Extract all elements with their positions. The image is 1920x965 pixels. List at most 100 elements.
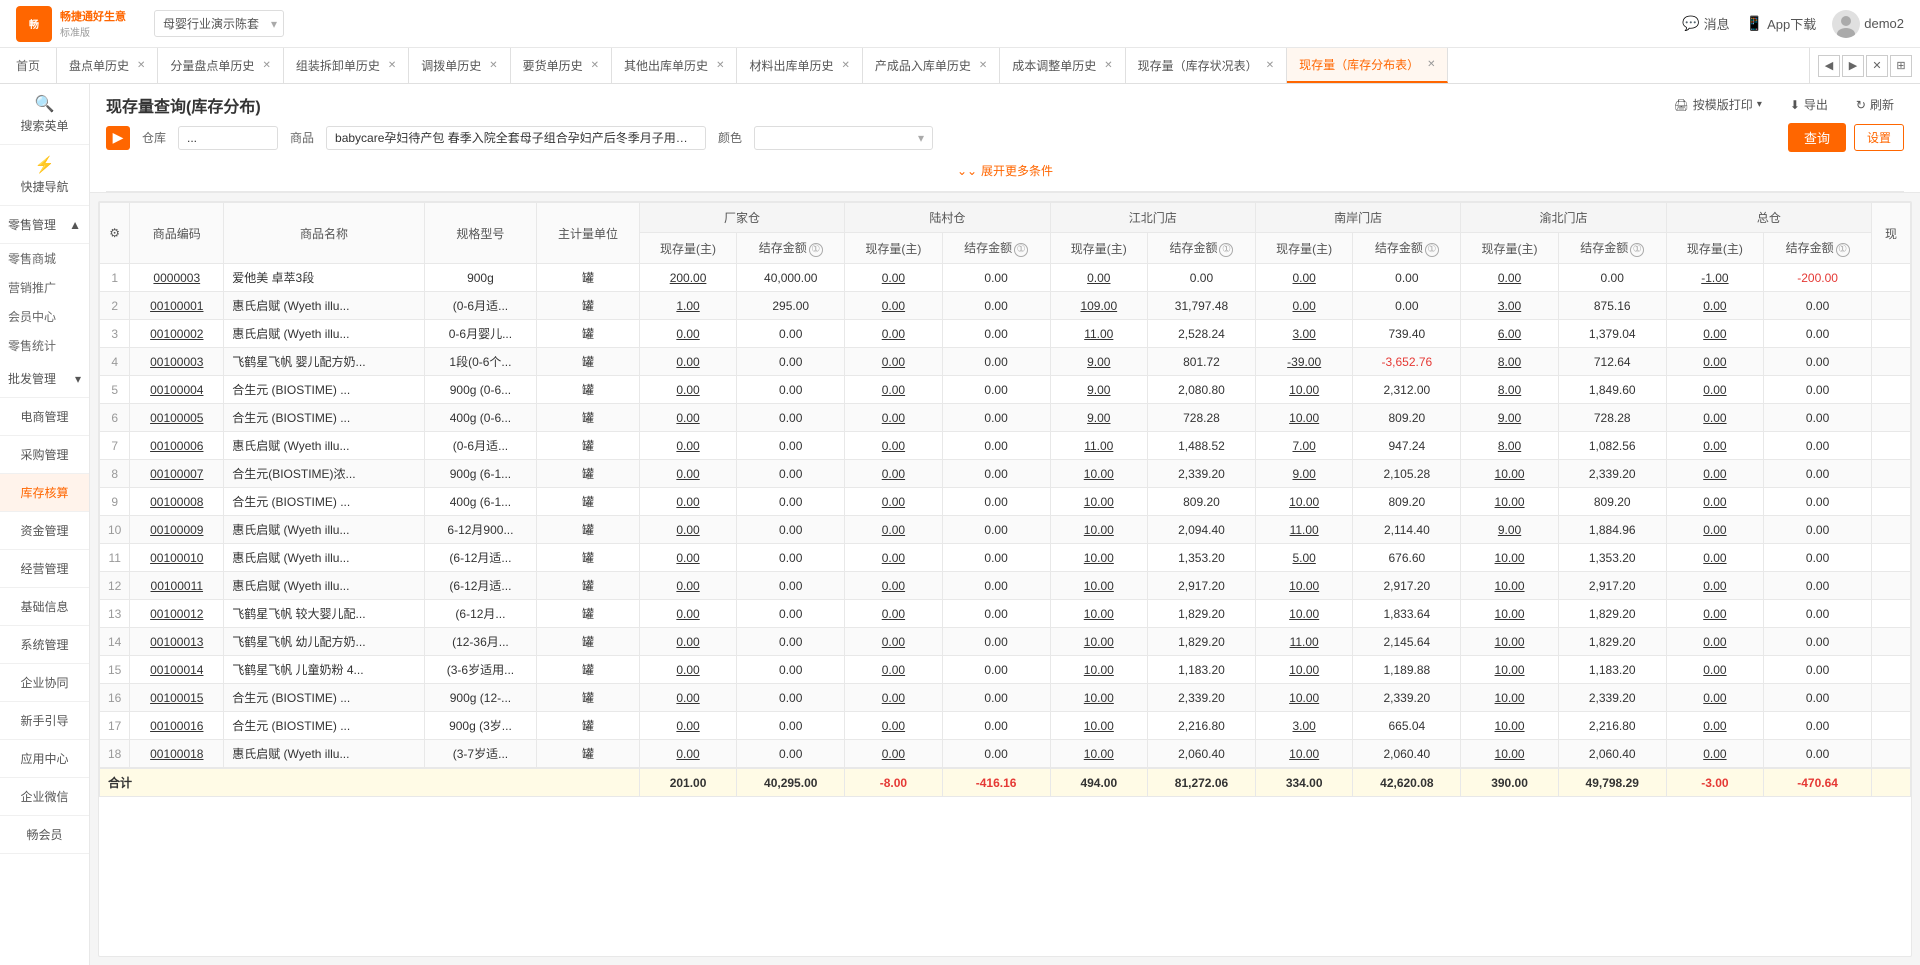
sidebar-item-guide[interactable]: 新手引导 — [0, 702, 89, 740]
table-cell: 900g (3岁... — [424, 712, 536, 740]
table-cell: 0.00 — [942, 292, 1050, 320]
table-cell: 11.00 — [1050, 432, 1147, 460]
tab-close-8[interactable]: ✕ — [979, 60, 987, 71]
tab-10[interactable]: 现存量（库存状况表） ✕ — [1126, 48, 1287, 83]
tab-9[interactable]: 成本调整单历史 ✕ — [1000, 48, 1125, 83]
tab-1[interactable]: 盘点单历史 ✕ — [57, 48, 158, 83]
message-btn[interactable]: 💬 消息 — [1682, 14, 1729, 33]
app-download-btn[interactable]: 📱 App下载 — [1746, 14, 1817, 33]
tab-7[interactable]: 材料出库单历史 ✕ — [737, 48, 862, 83]
jb-amt-info-icon[interactable]: ① — [1219, 243, 1233, 257]
sidebar-item-retail-stats[interactable]: 零售统计 — [0, 331, 89, 360]
table-cell: 11.00 — [1256, 516, 1353, 544]
th-group-total: 总仓 — [1666, 203, 1871, 233]
th-settings[interactable]: ⚙ — [100, 203, 130, 264]
sidebar-item-appcenter[interactable]: 应用中心 — [0, 740, 89, 778]
table-cell: (6-12月适... — [424, 572, 536, 600]
tab-2[interactable]: 分量盘点单历史 ✕ — [158, 48, 283, 83]
sidebar-item-ecommerce[interactable]: 电商管理 — [0, 398, 89, 436]
print-btn[interactable]: 🖨 按模版打印 ▾ — [1664, 92, 1772, 117]
setting-btn[interactable]: 设置 — [1854, 124, 1904, 151]
tab-6[interactable]: 其他出库单历史 ✕ — [612, 48, 737, 83]
tab-close-1[interactable]: ✕ — [137, 60, 145, 71]
sidebar-item-inventory[interactable]: 库存核算 — [0, 474, 89, 512]
tab-close-3[interactable]: ✕ — [388, 60, 396, 71]
user-avatar[interactable]: demo2 — [1832, 10, 1904, 38]
tab-4[interactable]: 调拨单历史 ✕ — [409, 48, 510, 83]
tab-close-4[interactable]: ✕ — [489, 60, 497, 71]
table-cell — [1872, 656, 1911, 684]
sidebar-item-collab[interactable]: 企业协同 — [0, 664, 89, 702]
tab-close-5[interactable]: ✕ — [591, 60, 599, 71]
warehouse-input[interactable] — [178, 126, 278, 150]
refresh-btn[interactable]: ↻ 刷新 — [1846, 92, 1904, 117]
sidebar-item-marketing[interactable]: 营销推广 — [0, 273, 89, 302]
table-cell: 17 — [100, 712, 130, 740]
tab-prev-btn[interactable]: ◀ — [1818, 55, 1840, 77]
tab-11[interactable]: 现存量（库存分布表） ✕ — [1287, 48, 1448, 83]
top-bar: 畅 畅捷通好生意 标准版 母婴行业演示陈套 ▾ 💬 消息 📱 App下载 dem… — [0, 0, 1920, 48]
search-btn[interactable]: 查询 — [1788, 123, 1846, 152]
ck-amt-info-icon[interactable]: ① — [809, 243, 823, 257]
table-cell: 10.00 — [1461, 488, 1558, 516]
table-cell: 10.00 — [1461, 544, 1558, 572]
sidebar-item-ops[interactable]: 经营管理 — [0, 550, 89, 588]
table-cell: 2,060.40 — [1353, 740, 1461, 769]
tab-close-10[interactable]: ✕ — [1266, 60, 1274, 71]
tab-close-11[interactable]: ✕ — [1427, 59, 1435, 70]
sidebar-item-quicknav[interactable]: ⚡ 快捷导航 — [0, 145, 89, 206]
export-btn[interactable]: ⬇ 导出 — [1780, 92, 1838, 117]
total-amt-info-icon[interactable]: ① — [1836, 243, 1850, 257]
table-cell: 罐 — [537, 740, 640, 769]
industry-select[interactable]: 母婴行业演示陈套 ▾ — [154, 10, 284, 37]
lc-amt-info-icon[interactable]: ① — [1014, 243, 1028, 257]
tab-home[interactable]: 首页 — [0, 48, 57, 83]
tab-5[interactable]: 要货单历史 ✕ — [511, 48, 612, 83]
table-cell: (3-7岁适... — [424, 740, 536, 769]
expand-btn[interactable]: ⌄⌄ 展开更多条件 — [957, 162, 1053, 179]
tab-next-btn[interactable]: ▶ — [1842, 55, 1864, 77]
table-cell: 0.00 — [1666, 600, 1763, 628]
filter-toggle-btn[interactable]: ▶ — [106, 126, 130, 150]
sidebar-item-finance[interactable]: 资金管理 — [0, 512, 89, 550]
tab-close-7[interactable]: ✕ — [841, 60, 849, 71]
sidebar-item-wholesale[interactable]: 批发管理 ▾ — [0, 360, 89, 398]
table-cell: 00100009 — [130, 516, 224, 544]
table-cell: 0.00 — [1666, 348, 1763, 376]
yb-amt-info-icon[interactable]: ① — [1630, 243, 1644, 257]
tab-close-9[interactable]: ✕ — [1104, 60, 1112, 71]
tab-8[interactable]: 产成品入库单历史 ✕ — [863, 48, 1000, 83]
tab-bar: 首页 盘点单历史 ✕ 分量盘点单历史 ✕ 组装拆卸单历史 ✕ 调拨单历史 ✕ 要… — [0, 48, 1920, 84]
tab-3[interactable]: 组装拆卸单历史 ✕ — [284, 48, 409, 83]
sidebar-item-member[interactable]: 会员中心 — [0, 302, 89, 331]
tab-close-6[interactable]: ✕ — [716, 60, 724, 71]
tab-close-2[interactable]: ✕ — [262, 60, 270, 71]
sidebar-item-search[interactable]: 🔍 搜索英单 — [0, 84, 89, 145]
table-cell: 00100003 — [130, 348, 224, 376]
sidebar-item-retail-shop[interactable]: 零售商城 — [0, 244, 89, 273]
tab-close-all-btn[interactable]: ✕ — [1866, 55, 1888, 77]
sidebar-item-purchase[interactable]: 采购管理 — [0, 436, 89, 474]
table-cell: 罐 — [537, 376, 640, 404]
sidebar-item-vip[interactable]: 畅会员 — [0, 816, 89, 854]
table-cell: 2,060.40 — [1147, 740, 1255, 769]
table-cell — [1872, 516, 1911, 544]
sidebar-item-system[interactable]: 系统管理 — [0, 626, 89, 664]
table-cell: 合生元 (BIOSTIME) ... — [224, 488, 424, 516]
color-input[interactable] — [763, 131, 918, 145]
table-cell: 飞鹤星飞帆 儿童奶粉 4... — [224, 656, 424, 684]
tab-expand-btn[interactable]: ⊞ — [1890, 55, 1912, 77]
footer-lc-qty: -8.00 — [845, 768, 942, 797]
goods-input[interactable] — [326, 126, 706, 150]
na-amt-info-icon[interactable]: ① — [1425, 243, 1439, 257]
table-cell: 1,488.52 — [1147, 432, 1255, 460]
table-cell: 0.00 — [639, 320, 736, 348]
table-cell: 0.00 — [639, 544, 736, 572]
table-cell: 875.16 — [1558, 292, 1666, 320]
sidebar-item-basic[interactable]: 基础信息 — [0, 588, 89, 626]
table-cell: 1,833.64 — [1353, 600, 1461, 628]
sidebar-item-wechat[interactable]: 企业微信 — [0, 778, 89, 816]
table-cell: 2,114.40 — [1353, 516, 1461, 544]
table-cell: 0.00 — [845, 376, 942, 404]
sidebar-item-retail[interactable]: 零售管理 ▲ — [0, 206, 89, 244]
